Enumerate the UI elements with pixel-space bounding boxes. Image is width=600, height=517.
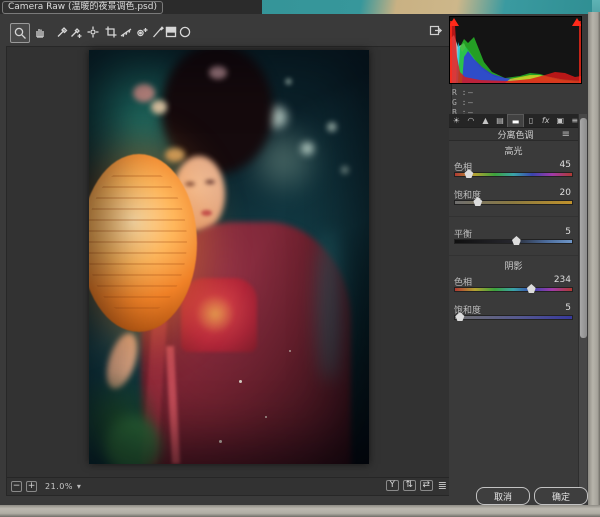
highlights-hue-slider[interactable]: 色相 45 (454, 158, 573, 186)
copy-settings-button[interactable]: ⇅ (403, 480, 416, 491)
camera-calibration-icon: ▣ (556, 116, 564, 125)
highlights-header: 高光 (449, 141, 578, 158)
red-eye-icon (135, 25, 149, 39)
effects-icon: fx (542, 116, 550, 125)
radial-filter-tool-button[interactable] (176, 23, 194, 41)
shadows-saturation-value: 5 (565, 303, 571, 313)
radial-filter-icon (178, 25, 192, 39)
rgb-readouts: R : — G : — B : — (452, 87, 572, 117)
before-after-toggle-button[interactable]: Y (386, 480, 399, 491)
hand-icon (33, 25, 47, 39)
tab-detail[interactable]: ▲ (478, 114, 493, 127)
photo-vignette (89, 50, 369, 464)
eyedropper-target-icon (69, 25, 83, 39)
fullscreen-icon (429, 24, 443, 37)
panel-title: 分离色调 (497, 128, 533, 141)
histogram[interactable] (449, 16, 582, 84)
magnifier-icon (13, 26, 27, 40)
ok-button[interactable]: 确定 (534, 487, 588, 505)
zoom-in-button[interactable]: + (26, 481, 37, 492)
toggle-fullscreen-button[interactable] (428, 23, 444, 38)
camera-raw-screenshot: Camera Raw (温暖的夜景调色.psd) (0, 0, 600, 517)
hand-tool-button[interactable] (31, 23, 49, 41)
swap-settings-button[interactable]: ⇄ (420, 480, 433, 491)
tab-lens-corrections[interactable]: ▯ (524, 114, 539, 127)
window-title: Camera Raw (温暖的夜景调色.psd) (2, 1, 163, 14)
tab-hsl-grayscale[interactable]: ▤ (493, 114, 508, 127)
highlights-saturation-slider[interactable]: 饱和度 20 (454, 186, 573, 214)
split-toning-panel: 高光 色相 45 饱和度 20 平衡 5 阴影 (449, 141, 578, 496)
target-adjust-icon (86, 25, 100, 39)
targeted-adjustment-tool-button[interactable] (84, 23, 102, 41)
panel-menu-icon[interactable]: ≡ (562, 129, 570, 140)
color-sampler-tool-button[interactable] (67, 23, 85, 41)
preview-preferences-button[interactable]: ≣ (438, 480, 447, 491)
zoom-out-button[interactable]: − (11, 481, 22, 492)
panel-scrollbar[interactable] (578, 114, 587, 496)
detail-icon: ▲ (482, 116, 488, 125)
window-frame-right (588, 12, 600, 508)
preview-image[interactable] (89, 50, 369, 464)
preview-statusbar: − + 21.0% ▾ Y ⇅ ⇄ ≣ (7, 477, 451, 495)
cancel-button[interactable]: 取消 (476, 487, 530, 505)
balance-value: 5 (565, 227, 571, 237)
zoom-tool-button[interactable] (10, 23, 30, 43)
tab-effects[interactable]: fx (538, 114, 553, 127)
hsl-icon: ▤ (496, 116, 504, 125)
tab-basic[interactable]: ☀ (449, 114, 464, 127)
crop-icon (104, 25, 118, 39)
shadows-header: 阴影 (449, 256, 578, 273)
preview-area: − + 21.0% ▾ Y ⇅ ⇄ ≣ (6, 46, 452, 496)
shadows-hue-slider[interactable]: 色相 234 (454, 273, 573, 301)
highlights-saturation-value: 20 (560, 188, 571, 198)
tab-camera-calibration[interactable]: ▣ (553, 114, 568, 127)
zoom-level-value: 21.0% (45, 482, 73, 491)
tab-tone-curve[interactable]: ◠ (464, 114, 479, 127)
readout-red: R : — (452, 87, 572, 97)
readout-green: G : — (452, 97, 572, 107)
window-frame-bottom (0, 505, 600, 517)
adjustment-tabs: ☀ ◠ ▲ ▤ ▬ ▯ fx ▣ ≡ (449, 114, 582, 128)
zoom-level-dropdown[interactable]: ▾ (77, 482, 81, 491)
camera-raw-dialog: − + 21.0% ▾ Y ⇅ ⇄ ≣ (0, 14, 588, 505)
split-toning-icon: ▬ (512, 117, 520, 126)
tab-split-toning[interactable]: ▬ (507, 114, 524, 127)
window-titlebar[interactable]: Camera Raw (温暖的夜景调色.psd) (0, 0, 262, 14)
panel-title-bar: 分离色调 ≡ (449, 128, 582, 141)
shadows-saturation-slider[interactable]: 饱和度 5 (454, 301, 573, 329)
shadows-hue-value: 234 (554, 275, 571, 285)
basic-icon: ☀ (453, 116, 460, 125)
lens-corrections-icon: ▯ (529, 116, 533, 125)
scrollbar-thumb[interactable] (580, 118, 587, 338)
highlights-hue-value: 45 (560, 160, 571, 170)
balance-slider[interactable]: 平衡 5 (454, 225, 573, 253)
tone-curve-icon: ◠ (467, 116, 474, 125)
straighten-icon (119, 25, 133, 39)
histogram-chart (450, 17, 581, 83)
section-divider (449, 216, 578, 217)
